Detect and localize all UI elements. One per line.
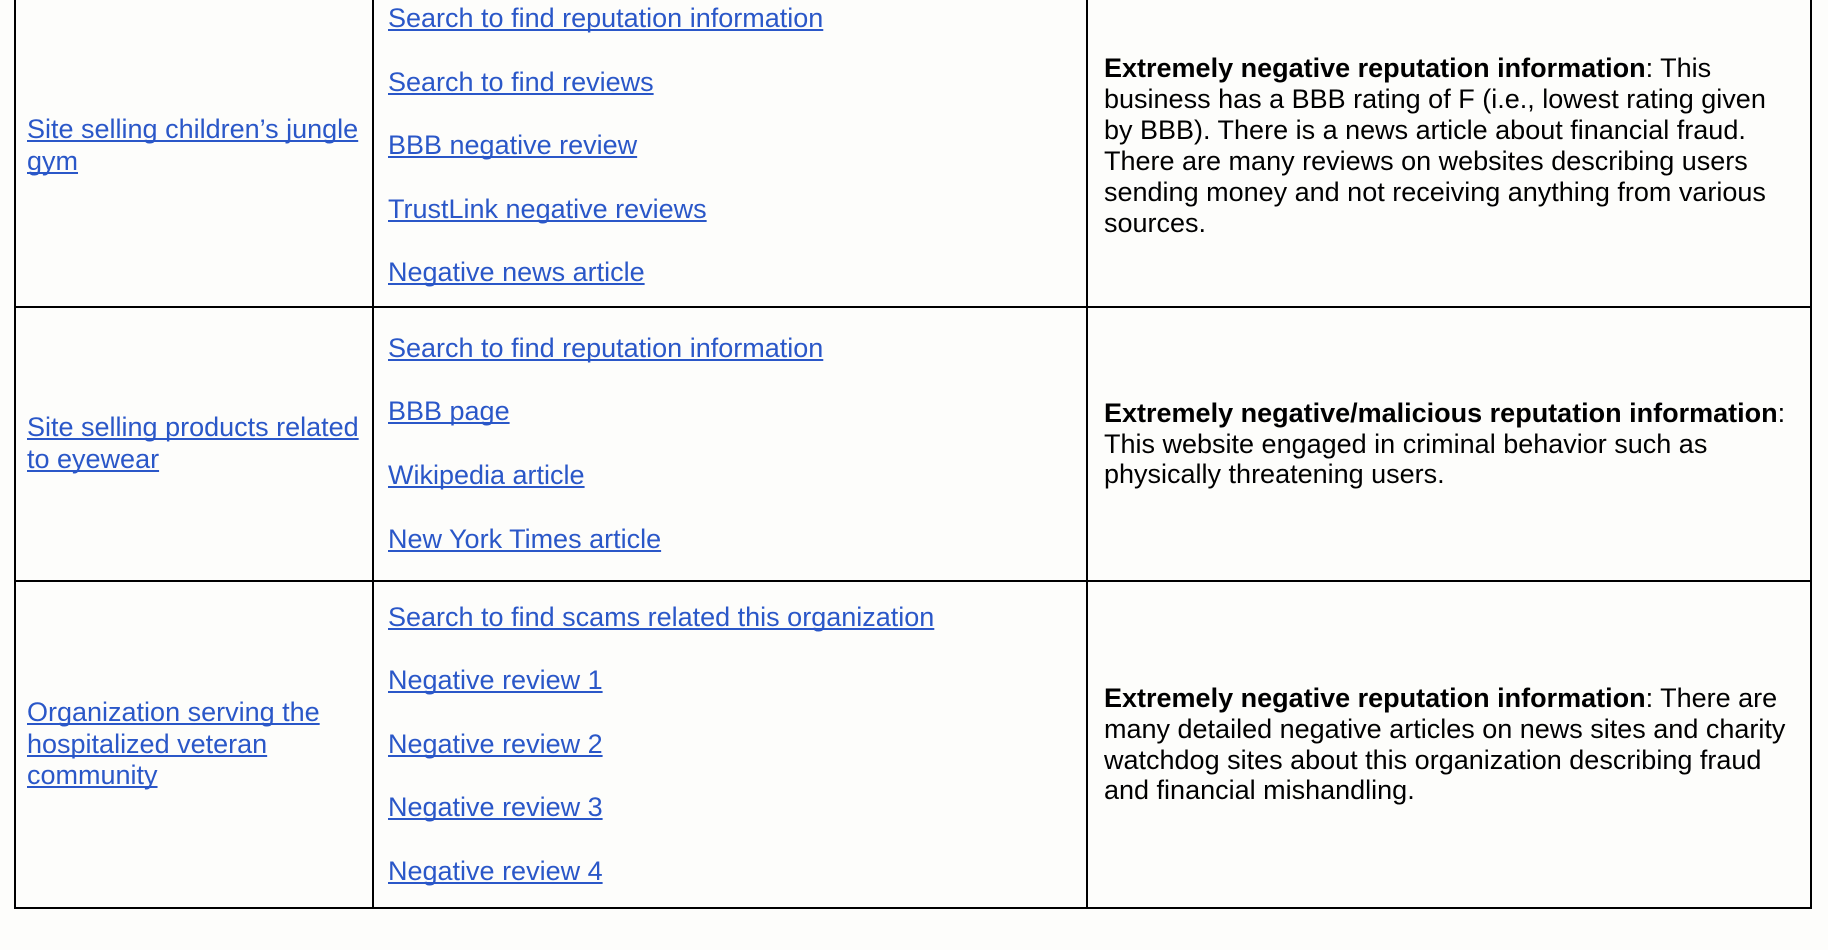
evidence-link[interactable]: Wikipedia article [388,460,1074,492]
description-wrap: Extremely negative/malicious reputation … [1088,386,1810,503]
evidence-link-list: Search to find reputation information BB… [374,319,1086,569]
evidence-link[interactable]: Search to find reputation information [388,3,1074,35]
evidence-link[interactable]: Search to find reputation information [388,333,1074,365]
evidence-link[interactable]: BBB negative review [388,130,1074,162]
description-wrap: Extremely negative reputation informatio… [1088,41,1810,250]
document-page: maintainers of Linux distributions. Site… [0,0,1828,950]
description-lead: Extremely negative reputation informatio… [1104,53,1646,84]
site-cell: Organization serving the hospitalized ve… [14,580,374,909]
site-name-wrap: Site selling products related to eyewear [16,402,372,485]
table-row: Organization serving the hospitalized ve… [14,580,1812,909]
table-row: Site selling products related to eyewear… [14,306,1812,582]
description-cell: Extremely negative reputation informatio… [1086,580,1812,909]
evidence-link-list: Search to find scams related this organi… [374,588,1086,902]
site-name-wrap: Site selling children’s jungle gym [16,104,372,187]
evidence-link[interactable]: TrustLink negative reviews [388,194,1074,226]
site-name-link[interactable]: Site selling products related to eyewear [27,412,359,474]
description-lead: Extremely negative/malicious reputation … [1104,397,1778,428]
description-cell: Extremely negative reputation informatio… [1086,0,1812,308]
table-row: Site selling children’s jungle gym Searc… [14,0,1812,308]
description-text: Extremely negative reputation informatio… [1104,683,1796,807]
description-lead: Extremely negative reputation informatio… [1104,682,1646,713]
evidence-link[interactable]: New York Times article [388,524,1074,556]
evidence-link[interactable]: Search to find scams related this organi… [388,602,1074,634]
site-name-link[interactable]: Site selling children’s jungle gym [27,114,358,176]
evidence-link-list: Search to find reputation information Se… [374,0,1086,303]
evidence-link[interactable]: BBB page [388,396,1074,428]
evidence-link[interactable]: Negative review 3 [388,792,1074,824]
links-cell: Search to find scams related this organi… [372,580,1088,909]
site-name-link[interactable]: Organization serving the hospitalized ve… [27,697,320,790]
links-cell: Search to find reputation information BB… [372,306,1088,582]
site-name-wrap: Organization serving the hospitalized ve… [16,687,372,802]
evidence-link[interactable]: Search to find reviews [388,67,1074,99]
evidence-link[interactable]: Negative review 2 [388,729,1074,761]
table-body: maintainers of Linux distributions. Site… [14,0,1812,909]
description-wrap: Extremely negative reputation informatio… [1088,671,1810,819]
description-text: Extremely negative/malicious reputation … [1104,398,1796,491]
reputation-examples-table: maintainers of Linux distributions. Site… [14,0,1812,909]
evidence-link[interactable]: Negative review 1 [388,665,1074,697]
evidence-link[interactable]: Negative news article [388,257,1074,289]
description-cell: Extremely negative/malicious reputation … [1086,306,1812,582]
evidence-link[interactable]: Negative review 4 [388,856,1074,888]
site-cell: Site selling products related to eyewear [14,306,374,582]
links-cell: Search to find reputation information Se… [372,0,1088,308]
description-text: Extremely negative reputation informatio… [1104,53,1796,238]
site-cell: Site selling children’s jungle gym [14,0,374,308]
